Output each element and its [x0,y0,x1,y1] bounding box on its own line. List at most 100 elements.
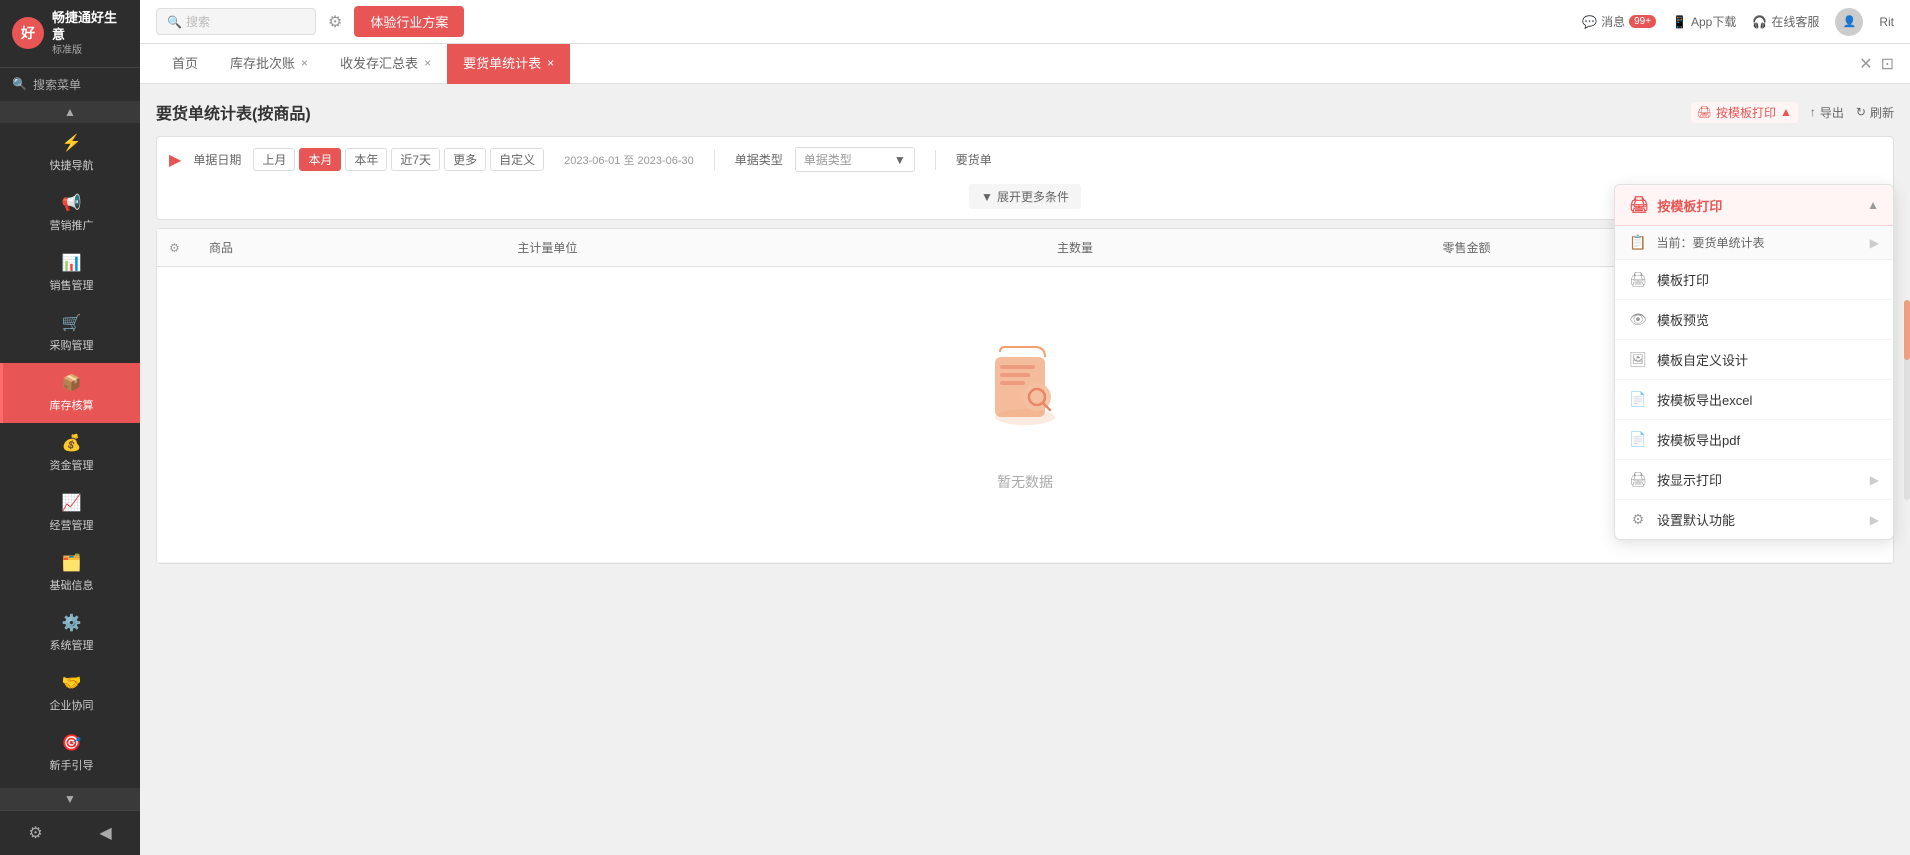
date-filter-label: 单据日期 [193,151,241,168]
date-btn-7days[interactable]: 近7天 [391,148,440,171]
sidebar-item-marketing[interactable]: 📢 营销推广 [0,183,140,243]
tabs-right: ✕ ⊡ [1859,54,1894,74]
inventory-label: 库存核算 [50,397,94,413]
close-all-icon[interactable]: ✕ [1859,54,1872,74]
display-print-label: 按显示打印 [1657,470,1860,489]
sidebar-nav: ⚡ 快捷导航 📢 营销推广 📊 销售管理 🛒 采购管理 📦 库存核算 💰 资金管… [0,123,140,788]
gear-icon[interactable]: ⚙ [324,8,346,36]
print-icon: 🖨 [1697,105,1712,119]
dropdown-item-template-custom[interactable]: 🖼 模板自定义设计 [1615,340,1893,380]
message-label: 消息 [1601,13,1625,30]
refresh-icon: ↻ [1856,105,1866,119]
page-content: 要货单统计表(按商品) 🖨 按模板打印 ▲ ↑ 导出 ↻ 刷新 [140,84,1910,855]
sidebar-item-base[interactable]: 🗂️ 基础信息 [0,543,140,603]
default-settings-icon: ⚙ [1629,511,1647,528]
base-icon: 🗂️ [62,553,82,573]
app-download-btn[interactable]: 📱 App下载 [1672,13,1736,30]
scroll-down-icon[interactable]: ▼ [64,792,76,806]
dropdown-current-item[interactable]: 📋 当前：要货单统计表 ▶ [1615,226,1893,260]
expand-more-btn[interactable]: ▼ 展开更多条件 [969,184,1081,209]
sidebar-item-system[interactable]: ⚙️ 系统管理 [0,603,140,663]
tab-receipt-summary-label: 收发存汇总表 [340,53,418,72]
dropdown-close-arrow[interactable]: ▲ [1867,198,1879,212]
message-badge: 99+ [1629,15,1656,28]
tab-receipt-summary-close[interactable]: × [424,56,431,70]
date-btn-this-month[interactable]: 本月 [299,148,341,171]
date-btn-more[interactable]: 更多 [444,148,486,171]
date-btn-this-year[interactable]: 本年 [345,148,387,171]
date-range-text: 2023-06-01 至 2023-06-30 [564,152,694,168]
avatar[interactable]: 👤 [1835,8,1863,36]
message-icon: 💬 [1582,15,1597,29]
expand-icon: ▼ [981,190,993,204]
sidebar-logo: 好 畅捷通好生意 标准版 [0,0,140,68]
online-service-label: 在线客服 [1771,13,1819,30]
refresh-btn[interactable]: ↻ 刷新 [1856,104,1894,121]
filter-divider2 [935,150,936,170]
page-actions: 🖨 按模板打印 ▲ ↑ 导出 ↻ 刷新 [1691,102,1894,123]
sidebar-item-collab[interactable]: 🤝 企业协同 [0,663,140,723]
sidebar-item-sales[interactable]: 📊 销售管理 [0,243,140,303]
tab-inventory-batch-label: 库存批次账 [230,53,295,72]
operations-icon: 📈 [62,493,82,513]
dropdown-item-default-settings[interactable]: ⚙ 设置默认功能 ▶ [1615,500,1893,539]
tab-receipt-summary[interactable]: 收发存汇总表 × [324,44,447,84]
tab-inventory-batch-close[interactable]: × [301,56,308,70]
dropdown-item-template-print[interactable]: 🖨 模板打印 [1615,260,1893,300]
dropdown-item-export-pdf[interactable]: 📄 按模板导出pdf [1615,420,1893,460]
operations-label: 经营管理 [50,517,94,533]
print-btn[interactable]: 🖨 按模板打印 ▲ [1691,102,1798,123]
search-placeholder: 搜索 [186,13,210,30]
scrollbar-thumb [1904,300,1910,360]
app-download-label: App下载 [1691,13,1736,30]
tab-home[interactable]: 首页 [156,44,214,84]
goods-filter-label: 要货单 [956,151,992,168]
date-buttons: 上月 本月 本年 近7天 更多 自定义 [253,148,544,171]
tab-order-stats-label: 要货单统计表 [463,53,541,72]
dropdown-item-template-preview[interactable]: 👁 模板预览 [1615,300,1893,340]
sidebar-item-operations[interactable]: 📈 经营管理 [0,483,140,543]
col-goods: 商品 [197,229,505,267]
settings-bottom-icon[interactable]: ⚙ [24,819,46,847]
tabs-bar: 首页 库存批次账 × 收发存汇总表 × 要货单统计表 × ✕ ⊡ [140,44,1910,84]
sidebar-item-purchase[interactable]: 🛒 采购管理 [0,303,140,363]
sidebar-bottom: ⚙ ◀ [0,810,140,855]
dropdown-item-display-print[interactable]: 🖨 按显示打印 ▶ [1615,460,1893,500]
date-btn-last-month[interactable]: 上月 [253,148,295,171]
system-label: 系统管理 [50,637,94,653]
message-btn[interactable]: 💬 消息 99+ [1582,13,1656,30]
collapse-icon[interactable]: ◀ [95,819,115,847]
sidebar-item-inventory[interactable]: 📦 库存核算 [0,363,140,423]
topbar-search[interactable]: 🔍 搜索 [156,8,316,35]
marketing-label: 营销推广 [50,217,94,233]
right-scrollbar[interactable] [1904,300,1910,500]
sidebar-item-finance[interactable]: 💰 资金管理 [0,423,140,483]
date-btn-custom[interactable]: 自定义 [490,148,544,171]
sidebar-item-newbie[interactable]: 🎯 新手引导 [0,723,140,783]
dropdown-item-export-excel[interactable]: 📄 按模板导出excel [1615,380,1893,420]
online-service-btn[interactable]: 🎧 在线客服 [1752,13,1819,30]
sidebar-search[interactable]: 🔍 搜索菜单 [0,68,140,101]
export-btn[interactable]: ↑ 导出 [1810,104,1844,121]
tab-order-stats[interactable]: 要货单统计表 × [447,44,570,84]
filter-expand-icon[interactable]: ▶ [169,150,181,170]
column-settings-icon[interactable]: ⚙ [169,241,180,255]
logo-text: 畅捷通好生意 标准版 [52,10,128,57]
print-dropdown: 🖨 按模板打印 ▲ 📋 当前：要货单统计表 ▶ 🖨 模板打印 👁 模板预览 🖼 [1614,184,1894,540]
tab-inventory-batch[interactable]: 库存批次账 × [214,44,324,84]
empty-icon [975,337,1075,456]
logo-subtitle: 标准版 [52,44,128,57]
type-select[interactable]: 单据类型 ▼ [795,147,915,172]
maximize-icon[interactable]: ⊡ [1881,54,1894,74]
quicknav-label: 快捷导航 [50,157,94,173]
export-pdf-label: 按模板导出pdf [1657,430,1879,449]
tab-order-stats-close[interactable]: × [547,56,554,70]
trial-btn[interactable]: 体验行业方案 [354,6,464,37]
sidebar: 好 畅捷通好生意 标准版 🔍 搜索菜单 ▲ ⚡ 快捷导航 📢 营销推广 📊 销售… [0,0,140,855]
type-filter-label: 单据类型 [735,151,783,168]
col-settings[interactable]: ⚙ [157,229,197,267]
scroll-up-icon[interactable]: ▲ [64,105,76,119]
dropdown-header: 🖨 按模板打印 ▲ [1615,185,1893,226]
sidebar-item-quicknav[interactable]: ⚡ 快捷导航 [0,123,140,183]
marketing-icon: 📢 [62,193,82,213]
